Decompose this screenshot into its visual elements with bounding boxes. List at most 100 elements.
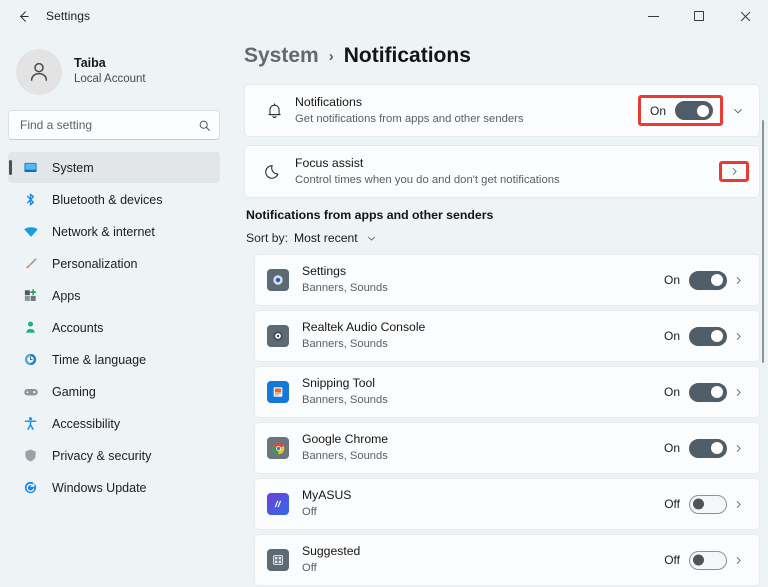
content-scrollbar[interactable] [759, 120, 767, 363]
search-icon [198, 119, 211, 132]
sidebar-item-accessibility[interactable]: Accessibility [8, 408, 220, 439]
app-toggle[interactable] [689, 326, 727, 346]
account-type: Local Account [74, 73, 146, 86]
chevron-down-icon[interactable] [366, 233, 377, 244]
sidebar-item-label: Apps [52, 288, 81, 303]
app-toggle[interactable] [689, 494, 727, 514]
app-row-settings[interactable]: Settings Banners, Sounds On [254, 254, 760, 306]
wifi-icon [22, 224, 39, 240]
search-input[interactable] [20, 118, 198, 132]
app-info: Google Chrome Banners, Sounds [302, 431, 664, 464]
minimize-icon [647, 15, 659, 17]
app-toggle[interactable] [689, 438, 727, 458]
chevron-right-icon[interactable] [727, 555, 749, 566]
chevron-down-icon[interactable] [727, 105, 749, 117]
sort-value: Most recent [294, 231, 358, 245]
sidebar-item-label: Windows Update [52, 480, 147, 495]
avatar [16, 48, 62, 95]
brush-icon [22, 256, 39, 271]
sidebar-item-personalization[interactable]: Personalization [8, 248, 220, 279]
toggle-knob [711, 330, 723, 342]
chevron-right-icon[interactable] [727, 331, 749, 342]
app-toggle-label: Off [664, 497, 680, 511]
sidebar: Taiba Local Account Find a setting Syste… [0, 32, 228, 587]
app-toggle[interactable] [689, 270, 727, 290]
update-icon [22, 480, 39, 495]
app-name: MyASUS [302, 488, 352, 503]
back-arrow-icon [19, 10, 29, 22]
app-row-snipping-tool[interactable]: Snipping Tool Banners, Sounds On [254, 366, 760, 418]
sidebar-item-time-language[interactable]: Time & language [8, 344, 220, 375]
account-name: Taiba [74, 56, 106, 71]
account-info: Taiba Local Account [74, 55, 146, 87]
app-row-realtek-audio-console[interactable]: Realtek Audio Console Banners, Sounds On [254, 310, 760, 362]
app-toggle-label: Off [664, 553, 680, 567]
notifications-card[interactable]: Notifications Get notifications from app… [244, 84, 760, 137]
chevron-right-icon[interactable] [726, 166, 742, 177]
app-info: Suggested Off [302, 543, 664, 576]
person-icon [30, 62, 48, 81]
chevron-right-icon[interactable] [727, 387, 749, 398]
scrollbar-thumb[interactable] [762, 120, 764, 363]
notifications-card-text: Notifications Get notifications from app… [295, 94, 638, 128]
monitor-icon [22, 160, 39, 175]
settings-window: Settings Taiba Local Account Find a sett… [0, 0, 768, 587]
search-box[interactable] [8, 110, 220, 140]
maximize-button[interactable] [676, 0, 722, 32]
focus-assist-chevron-highlight [719, 161, 749, 182]
breadcrumb-system-link[interactable]: System [244, 44, 319, 68]
notifications-card-subtitle: Get notifications from apps and other se… [295, 112, 524, 125]
settings-app-icon [267, 269, 289, 291]
app-info: Realtek Audio Console Banners, Sounds [302, 319, 664, 352]
sidebar-item-accounts[interactable]: Accounts [8, 312, 220, 343]
suggested-app-icon [267, 549, 289, 571]
notifications-toggle[interactable] [675, 101, 713, 120]
window-controls [630, 0, 768, 32]
focus-assist-card-title: Focus assist [295, 155, 364, 170]
close-icon [740, 11, 750, 21]
page-title: Notifications [343, 44, 471, 67]
sidebar-item-privacy-security[interactable]: Privacy & security [8, 440, 220, 471]
app-row-suggested[interactable]: Suggested Off Off [254, 534, 760, 586]
chevron-right-icon[interactable] [727, 443, 749, 454]
window-title: Settings [46, 9, 91, 23]
bluetooth-icon [22, 192, 39, 207]
toggle-knob [697, 104, 709, 117]
app-info: Snipping Tool Banners, Sounds [302, 375, 664, 408]
app-status: Off [302, 506, 317, 518]
app-name: Suggested [302, 544, 361, 559]
chevron-right-icon[interactable] [727, 275, 749, 286]
app-row-google-chrome[interactable]: Google Chrome Banners, Sounds On [254, 422, 760, 474]
sidebar-item-bluetooth-devices[interactable]: Bluetooth & devices [8, 184, 220, 215]
app-toggle-label: On [663, 329, 680, 343]
sidebar-item-windows-update[interactable]: Windows Update [8, 472, 220, 503]
focus-assist-card[interactable]: Focus assist Control times when you do a… [244, 145, 760, 198]
account-block[interactable]: Taiba Local Account [8, 32, 220, 102]
notifications-toggle-label: On [649, 103, 666, 118]
close-button[interactable] [722, 0, 768, 32]
sidebar-item-apps[interactable]: Apps [8, 280, 220, 311]
app-name: Settings [302, 264, 347, 279]
toggle-knob [711, 442, 723, 454]
sidebar-item-label: System [52, 160, 94, 175]
shield-icon [22, 448, 39, 463]
app-toggle[interactable] [689, 382, 727, 402]
app-status: Banners, Sounds [302, 338, 388, 350]
sidebar-item-gaming[interactable]: Gaming [8, 376, 220, 407]
sidebar-item-network-internet[interactable]: Network & internet [8, 216, 220, 247]
content-pane: System › Notifications Notifications Get [228, 32, 768, 587]
moon-icon [259, 162, 289, 181]
app-row-myasus[interactable]: MyASUS Off Off [254, 478, 760, 530]
app-toggle[interactable] [689, 550, 727, 570]
back-button[interactable] [8, 2, 38, 30]
sidebar-item-label: Accessibility [52, 416, 121, 431]
apps-icon [22, 288, 39, 303]
sidebar-item-system[interactable]: System [8, 152, 220, 183]
toggle-knob [711, 274, 723, 286]
breadcrumb-separator-icon: › [328, 47, 334, 65]
sort-control[interactable]: Sort by: Most recent [246, 231, 760, 245]
focus-assist-card-subtitle: Control times when you do and don't get … [295, 173, 560, 186]
minimize-button[interactable] [630, 0, 676, 32]
sidebar-item-label: Accounts [52, 320, 104, 335]
chevron-right-icon[interactable] [727, 499, 749, 510]
